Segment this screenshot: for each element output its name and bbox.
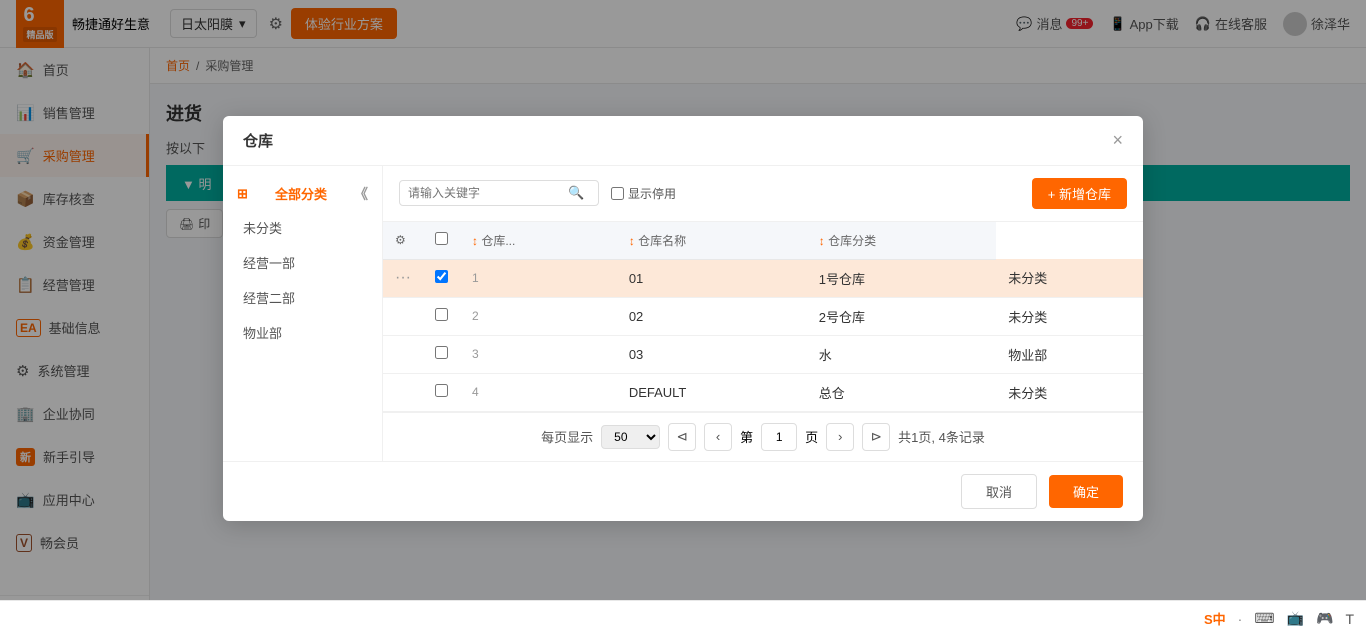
page-size-select[interactable]: 50 10 20 100 <box>601 425 660 449</box>
dialog-body: ⊞ 全部分类 《 未分类 经营一部 经营二部 物业部 🔍 <box>223 166 1143 461</box>
row-code: 01 <box>617 259 807 297</box>
bottom-icon-zhong[interactable]: S中 <box>1204 609 1226 628</box>
category-item-unclassified[interactable]: 未分类 <box>223 210 382 245</box>
row-num: 3 <box>460 335 617 373</box>
dialog-title: 仓库 <box>243 130 273 151</box>
warehouse-table: ⚙ ↕ 仓库... ↕ 仓库名称 <box>383 222 1143 412</box>
table-row[interactable]: 2 02 2号仓库 未分类 <box>383 297 1143 335</box>
row-check-cell <box>423 297 460 335</box>
category-header: ⊞ 全部分类 《 <box>223 178 382 210</box>
row-category: 未分类 <box>996 373 1143 411</box>
row-checkbox[interactable] <box>435 308 448 321</box>
search-bar: 🔍 显示停用 + 新增仓库 <box>383 166 1143 222</box>
row-check-cell <box>423 259 460 297</box>
confirm-btn[interactable]: 确定 <box>1049 475 1123 508</box>
row-category: 物业部 <box>996 335 1143 373</box>
row-check-cell <box>423 335 460 373</box>
table-row[interactable]: 3 03 水 物业部 <box>383 335 1143 373</box>
page-suffix: 页 <box>805 427 818 446</box>
content-panel: 🔍 显示停用 + 新增仓库 ⚙ <box>383 166 1143 461</box>
category-header-icon: ⊞ <box>237 186 248 202</box>
row-category: 未分类 <box>996 259 1143 297</box>
bottom-icon-dot[interactable]: · <box>1238 611 1243 627</box>
add-warehouse-btn[interactable]: + 新增仓库 <box>1032 178 1127 209</box>
row-name: 2号仓库 <box>807 297 996 335</box>
bottom-icon-t[interactable]: T <box>1345 611 1354 627</box>
row-name: 总仓 <box>807 373 996 411</box>
total-info: 共1页, 4条记录 <box>898 427 985 446</box>
table-gear-icon: ⚙ <box>395 233 406 247</box>
row-num: 2 <box>460 297 617 335</box>
row-category: 未分类 <box>996 297 1143 335</box>
bottom-icon-game[interactable]: 🎮 <box>1316 610 1333 627</box>
sort-icon-cat: ↕ <box>819 234 825 248</box>
table-row[interactable]: 4 DEFAULT 总仓 未分类 <box>383 373 1143 411</box>
show-disabled-label[interactable]: 显示停用 <box>611 185 676 202</box>
select-all-checkbox[interactable] <box>435 232 448 245</box>
row-dots[interactable]: ··· <box>395 269 411 286</box>
row-checkbox[interactable] <box>435 346 448 359</box>
row-gear-cell <box>383 297 423 335</box>
next-page-btn[interactable]: › <box>826 423 854 451</box>
col-name[interactable]: ↕ 仓库名称 <box>617 222 807 260</box>
search-input[interactable] <box>408 186 568 200</box>
collapse-btn[interactable]: 《 <box>354 184 368 204</box>
col-category[interactable]: ↕ 仓库分类 <box>807 222 996 260</box>
row-check-cell <box>423 373 460 411</box>
row-name: 1号仓库 <box>807 259 996 297</box>
row-gear-cell <box>383 335 423 373</box>
row-num: 1 <box>460 259 617 297</box>
dialog-header: 仓库 × <box>223 116 1143 166</box>
row-num: 4 <box>460 373 617 411</box>
last-page-btn[interactable]: ⊳ <box>862 423 890 451</box>
table-wrap: ⚙ ↕ 仓库... ↕ 仓库名称 <box>383 222 1143 412</box>
row-code: 02 <box>617 297 807 335</box>
row-name: 水 <box>807 335 996 373</box>
col-gear: ⚙ <box>383 222 423 260</box>
dialog-footer: 取消 确定 <box>223 461 1143 521</box>
search-input-wrap: 🔍 <box>399 180 599 206</box>
row-checkbox[interactable] <box>435 384 448 397</box>
col-code[interactable]: ↕ 仓库... <box>460 222 617 260</box>
category-item-business2[interactable]: 经营二部 <box>223 280 382 315</box>
per-page-label: 每页显示 <box>541 427 593 446</box>
category-item-business1[interactable]: 经营一部 <box>223 245 382 280</box>
page-input[interactable] <box>761 423 797 451</box>
row-code: DEFAULT <box>617 373 807 411</box>
row-code: 03 <box>617 335 807 373</box>
table-row[interactable]: ··· 1 01 1号仓库 未分类 <box>383 259 1143 297</box>
dialog-close-btn[interactable]: × <box>1112 130 1123 151</box>
search-icon[interactable]: 🔍 <box>568 185 584 201</box>
col-check <box>423 222 460 260</box>
sort-icon-name: ↕ <box>629 234 635 248</box>
category-panel: ⊞ 全部分类 《 未分类 经营一部 经营二部 物业部 <box>223 166 383 461</box>
pagination: 每页显示 50 10 20 100 ⊲ ‹ 第 页 › ⊳ 共1页, 4条记录 <box>383 412 1143 461</box>
first-page-btn[interactable]: ⊲ <box>668 423 696 451</box>
dialog-overlay: 仓库 × ⊞ 全部分类 《 未分类 经营一部 经营二部 物业部 <box>0 0 1366 636</box>
show-disabled-checkbox[interactable] <box>611 187 624 200</box>
prev-page-btn[interactable]: ‹ <box>704 423 732 451</box>
warehouse-dialog: 仓库 × ⊞ 全部分类 《 未分类 经营一部 经营二部 物业部 <box>223 116 1143 521</box>
row-gear-cell <box>383 373 423 411</box>
sort-icon: ↕ <box>472 234 478 248</box>
category-header-label: 全部分类 <box>275 184 327 203</box>
bottom-bar: S中 · ⌨ 📺 🎮 T <box>0 600 1366 636</box>
cancel-btn[interactable]: 取消 <box>961 474 1037 509</box>
bottom-icon-keyboard[interactable]: ⌨ <box>1254 610 1274 627</box>
bottom-icon-monitor[interactable]: 📺 <box>1287 610 1304 627</box>
category-item-property[interactable]: 物业部 <box>223 315 382 350</box>
row-gear-cell: ··· <box>383 259 423 297</box>
row-checkbox[interactable] <box>435 270 448 283</box>
page-label: 第 <box>740 427 753 446</box>
